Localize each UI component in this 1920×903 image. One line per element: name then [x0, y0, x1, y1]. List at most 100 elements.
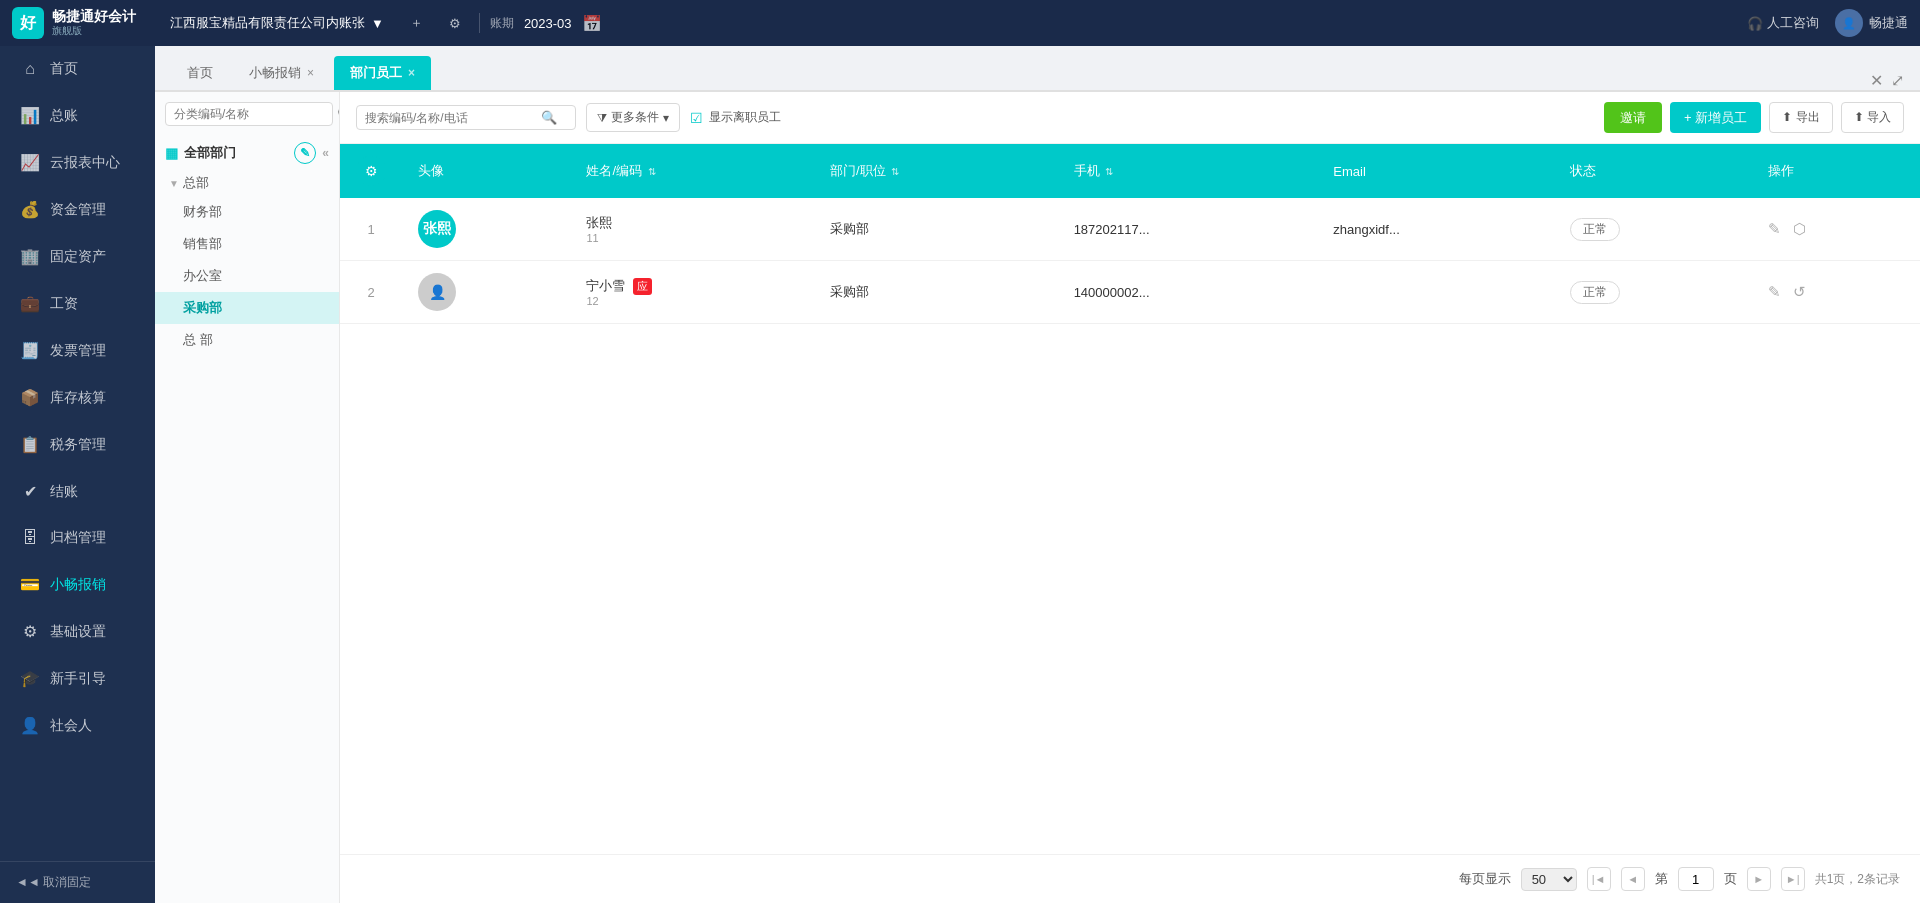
tab-expense-close[interactable]: ×	[307, 66, 314, 80]
col-dept-label: 部门/职位	[830, 163, 886, 178]
more-icon: 👤	[20, 716, 40, 735]
emp-footer: 每页显示 50 20 100 |◄ ◄ 第 页	[340, 854, 1920, 903]
content-area: 首页 小畅报销 × 部门员工 × ✕ ⤢ 🔍	[155, 46, 1920, 903]
col-phone-sort-icon: ⇅	[1105, 166, 1113, 177]
dept-collapse-btn[interactable]: «	[322, 146, 329, 160]
dept-group-total[interactable]: ▼ 总部	[155, 170, 339, 196]
row2-refresh-icon[interactable]: ↺	[1793, 283, 1806, 301]
row1-avatar-cell: 张熙	[402, 198, 570, 261]
sidebar-item-expense[interactable]: 💳 小畅报销	[0, 561, 155, 608]
sidebar-item-guide[interactable]: 🎓 新手引导	[0, 655, 155, 702]
user-area[interactable]: 👤 畅捷通	[1835, 9, 1908, 37]
row1-code: 11	[586, 232, 798, 244]
column-settings-gear[interactable]: ⚙	[356, 156, 386, 186]
sidebar-label-archive: 归档管理	[50, 529, 106, 547]
first-page-btn[interactable]: |◄	[1587, 867, 1611, 891]
show-inactive-checkbox[interactable]: ☑	[690, 110, 703, 126]
row1-email-cell: zhangxidf...	[1317, 198, 1554, 261]
sidebar-item-more[interactable]: 👤 社会人	[0, 702, 155, 749]
add-button[interactable]: ＋	[402, 10, 431, 36]
sidebar-item-tax[interactable]: 📋 税务管理	[0, 421, 155, 468]
dept-item-general[interactable]: 总 部	[155, 324, 339, 356]
support-button[interactable]: 🎧 人工咨询	[1747, 14, 1819, 32]
page-label-suffix: 页	[1724, 870, 1737, 888]
sidebar-item-close[interactable]: ✔ 结账	[0, 468, 155, 515]
prev-page-btn[interactable]: ◄	[1621, 867, 1645, 891]
company-selector[interactable]: 江西服宝精品有限责任公司内账张 ▼	[162, 10, 392, 36]
row2-phone: 140000002...	[1074, 285, 1150, 300]
sidebar-label-guide: 新手引导	[50, 670, 106, 688]
row2-edit-icon[interactable]: ✎	[1768, 283, 1781, 301]
show-inactive-area: ☑ 显示离职员工	[690, 109, 781, 126]
tab-expand-icon[interactable]: ⤢	[1891, 71, 1904, 90]
current-page-input[interactable]	[1678, 867, 1714, 891]
col-phone-label: 手机	[1074, 163, 1100, 178]
dept-all-header[interactable]: ▦ 全部部门 ✎ «	[155, 136, 339, 170]
dept-item-purchase[interactable]: 采购部	[155, 292, 339, 324]
next-page-btn[interactable]: ►	[1747, 867, 1771, 891]
col-name[interactable]: 姓名/编码 ⇅	[570, 144, 814, 198]
dept-item-finance[interactable]: 财务部	[155, 196, 339, 228]
sidebar-item-archive[interactable]: 🗄 归档管理	[0, 515, 155, 561]
app-logo-icon: 好	[12, 7, 44, 39]
dept-search-input[interactable]	[165, 102, 333, 126]
tab-expense[interactable]: 小畅报销 ×	[233, 56, 330, 90]
row1-status-cell: 正常	[1554, 198, 1751, 261]
employee-search-icon[interactable]: 🔍	[541, 110, 557, 125]
invite-button[interactable]: 邀请	[1604, 102, 1662, 133]
employee-search-input[interactable]	[365, 111, 535, 125]
row1-logout-icon[interactable]: ⬡	[1793, 220, 1806, 238]
sidebar-item-inventory[interactable]: 📦 库存核算	[0, 374, 155, 421]
dept-panel: 🔍 ▦ 全部部门 ✎ « ▼ 总部 财务部	[155, 92, 340, 903]
user-name: 畅捷通	[1869, 14, 1908, 32]
employee-table: ⚙ 头像 姓名/编码 ⇅ 部门/职位	[340, 144, 1920, 324]
unpin-button[interactable]: ◄◄ 取消固定	[16, 874, 139, 891]
assets-icon: 🏢	[20, 247, 40, 266]
last-page-btn[interactable]: ►|	[1781, 867, 1805, 891]
dept-item-sales[interactable]: 销售部	[155, 228, 339, 260]
per-page-select[interactable]: 50 20 100	[1521, 868, 1577, 891]
row1-edit-icon[interactable]: ✎	[1768, 220, 1781, 238]
more-filter-button[interactable]: ⧩ 更多条件 ▾	[586, 103, 680, 132]
sidebar-item-invoice[interactable]: 🧾 发票管理	[0, 327, 155, 374]
emp-toolbar: 🔍 ⧩ 更多条件 ▾ ☑ 显示离职员工 邀请 + 新增员工 ⬆ 导出	[340, 92, 1920, 144]
settings-button[interactable]: ⚙	[441, 12, 469, 35]
row2-action-icons: ✎ ↺	[1768, 283, 1904, 301]
row1-name: 张熙	[586, 214, 798, 232]
sidebar-item-home[interactable]: ⌂ 首页	[0, 46, 155, 92]
dept-all-label: 全部部门	[184, 144, 236, 162]
row1-phone: 187202117...	[1074, 222, 1150, 237]
sidebar-label-funds: 资金管理	[50, 201, 106, 219]
sidebar-item-settings[interactable]: ⚙ 基础设置	[0, 608, 155, 655]
tax-icon: 📋	[20, 435, 40, 454]
col-name-sort-icon: ⇅	[648, 166, 656, 177]
sidebar-label-inventory: 库存核算	[50, 389, 106, 407]
next-page-icon: ►	[1753, 873, 1764, 885]
user-avatar: 👤	[1835, 9, 1863, 37]
row1-phone-cell: 187202117...	[1058, 198, 1318, 261]
col-phone[interactable]: 手机 ⇅	[1058, 144, 1318, 198]
home-icon: ⌂	[20, 60, 40, 78]
tab-employees-close[interactable]: ×	[408, 66, 415, 80]
tab-home[interactable]: 首页	[171, 56, 229, 90]
import-button[interactable]: ⬆ 导入	[1841, 102, 1904, 133]
sidebar-item-general-ledger[interactable]: 📊 总账	[0, 92, 155, 139]
add-employee-button[interactable]: + 新增员工	[1670, 102, 1761, 133]
calendar-icon[interactable]: 📅	[582, 14, 602, 33]
sidebar-item-funds[interactable]: 💰 资金管理	[0, 186, 155, 233]
col-dept[interactable]: 部门/职位 ⇅	[814, 144, 1058, 198]
dept-item-office[interactable]: 办公室	[155, 260, 339, 292]
app-name: 畅捷通好会计	[52, 8, 136, 25]
gear-icon: ⚙	[449, 16, 461, 31]
dept-group-arrow: ▼	[169, 178, 179, 189]
dropdown-icon: ▼	[371, 16, 384, 31]
sidebar-item-reports[interactable]: 📈 云报表中心	[0, 139, 155, 186]
archive-icon: 🗄	[20, 529, 40, 547]
dept-edit-btn[interactable]: ✎	[294, 142, 316, 164]
tab-employees[interactable]: 部门员工 ×	[334, 56, 431, 90]
export-button[interactable]: ⬆ 导出	[1769, 102, 1832, 133]
col-name-label: 姓名/编码	[586, 163, 642, 178]
sidebar-item-assets[interactable]: 🏢 固定资产	[0, 233, 155, 280]
sidebar-item-payroll[interactable]: 💼 工资	[0, 280, 155, 327]
tab-close-all-icon[interactable]: ✕	[1870, 71, 1883, 90]
